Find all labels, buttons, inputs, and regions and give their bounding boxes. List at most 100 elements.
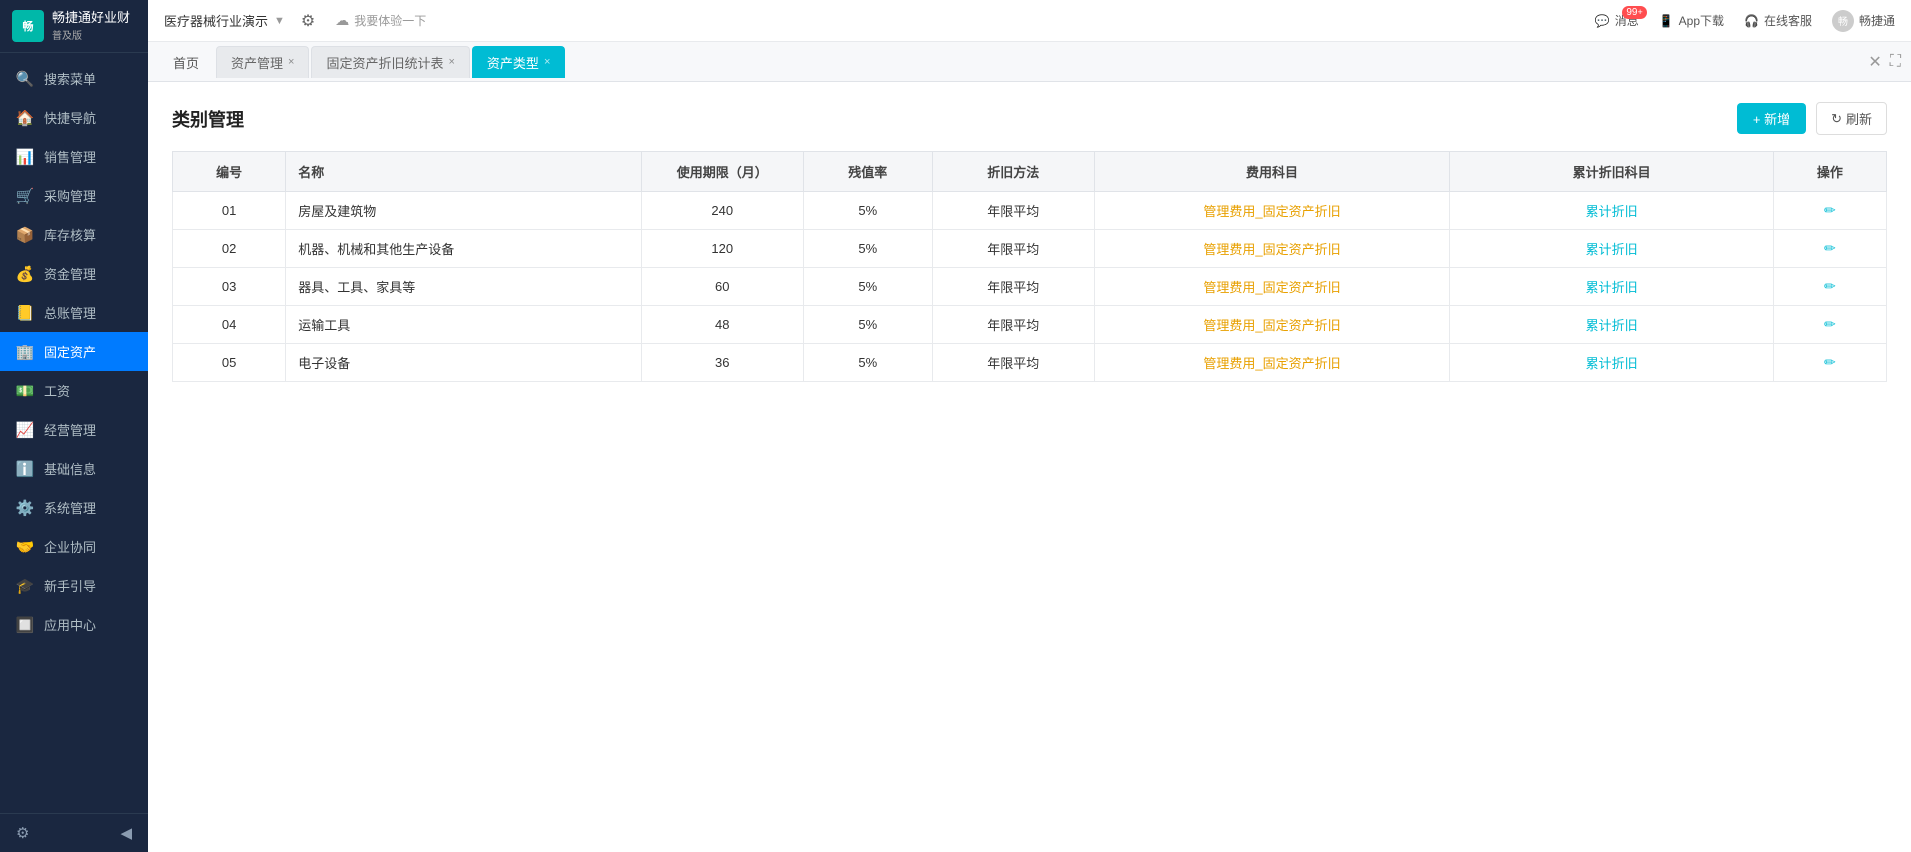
apps-icon: 🔲 (16, 616, 34, 634)
cell-method-3: 年限平均 (932, 306, 1094, 344)
sidebar-item-label-purchase: 采购管理 (44, 186, 96, 205)
tab-asset_type[interactable]: 资产类型 × (472, 46, 565, 78)
cell-residual-2: 5% (803, 268, 932, 306)
capital-icon: 💰 (16, 265, 34, 283)
tabs-actions: ✕ ⛶ (1868, 52, 1901, 72)
sidebar-item-basic[interactable]: ℹ️ 基础信息 (0, 449, 148, 488)
edit-icon-3[interactable]: ✏ (1824, 316, 1836, 332)
message-button[interactable]: 💬 消息 99+ (1595, 12, 1639, 29)
cell-name-4: 电子设备 (286, 344, 642, 382)
cell-period-0: 240 (641, 192, 803, 230)
table-header: 编号 名称 使用期限（月） 残值率 折旧方法 费用科目 累计折旧科目 操作 (173, 152, 1887, 192)
col-header-period: 使用期限（月） (641, 152, 803, 192)
sidebar-item-apps[interactable]: 🔲 应用中心 (0, 605, 148, 644)
new-button[interactable]: + 新增 (1737, 103, 1806, 134)
edit-icon-2[interactable]: ✏ (1824, 278, 1836, 294)
project-dropdown-icon: ▼ (274, 15, 285, 27)
sidebar-item-corp[interactable]: 🤝 企业协同 (0, 527, 148, 566)
col-header-expense: 费用科目 (1094, 152, 1450, 192)
sidebar-item-biz[interactable]: 📈 经营管理 (0, 410, 148, 449)
table-body: 01 房屋及建筑物 240 5% 年限平均 管理费用_固定资产折旧 累计折旧 ✏… (173, 192, 1887, 382)
sidebar-item-salary[interactable]: 💵 工资 (0, 371, 148, 410)
tab-close-asset_mgmt[interactable]: × (288, 56, 294, 68)
cell-residual-4: 5% (803, 344, 932, 382)
sidebar-item-label-ledger: 总账管理 (44, 303, 96, 322)
sidebar-item-label-system: 系统管理 (44, 498, 96, 517)
cell-code-1: 02 (173, 230, 286, 268)
tab-home[interactable]: 首页 (158, 46, 214, 78)
sidebar-item-label-guide: 新手引导 (44, 576, 96, 595)
topbar-settings-icon[interactable]: ⚙ (301, 11, 315, 31)
user-avatar: 畅 (1832, 10, 1854, 32)
trial-button[interactable]: ☁ 我要体验一下 (335, 12, 426, 29)
sidebar-item-sales[interactable]: 📊 销售管理 (0, 137, 148, 176)
edit-icon-1[interactable]: ✏ (1824, 240, 1836, 256)
table-row: 03 器具、工具、家具等 60 5% 年限平均 管理费用_固定资产折旧 累计折旧… (173, 268, 1887, 306)
cell-residual-0: 5% (803, 192, 932, 230)
tab-asset_mgmt[interactable]: 资产管理× (216, 46, 309, 78)
quicknav-icon: 🏠 (16, 109, 34, 127)
cell-code-2: 03 (173, 268, 286, 306)
project-selector[interactable]: 医疗器械行业演示 ▼ (164, 11, 285, 30)
online-service-icon: 🎧 (1744, 14, 1759, 28)
sidebar-item-purchase[interactable]: 🛒 采购管理 (0, 176, 148, 215)
cell-accum-3: 累计折旧 (1450, 306, 1773, 344)
sidebar-item-label-sales: 销售管理 (44, 147, 96, 166)
corp-icon: 🤝 (16, 538, 34, 556)
table-row: 04 运输工具 48 5% 年限平均 管理费用_固定资产折旧 累计折旧 ✏ (173, 306, 1887, 344)
cell-action-0: ✏ (1773, 192, 1886, 230)
cell-period-1: 120 (641, 230, 803, 268)
tab-label-asset_type: 资产类型 (487, 53, 539, 72)
cell-action-1: ✏ (1773, 230, 1886, 268)
cell-accum-4: 累计折旧 (1450, 344, 1773, 382)
ledger-icon: 📒 (16, 304, 34, 322)
sidebar-item-quicknav[interactable]: 🏠 快捷导航 (0, 98, 148, 137)
cell-name-3: 运输工具 (286, 306, 642, 344)
collapse-icon[interactable]: ◀ (120, 824, 132, 842)
edit-icon-0[interactable]: ✏ (1824, 202, 1836, 218)
col-header-residual: 残值率 (803, 152, 932, 192)
tab-depreciation[interactable]: 固定资产折旧统计表× (311, 46, 469, 78)
close-tab-icon[interactable]: ✕ (1868, 52, 1881, 72)
logo-icon: 畅 (12, 10, 44, 42)
sidebar-item-search[interactable]: 🔍 搜索菜单 (0, 59, 148, 98)
sidebar: 畅 畅捷通好业财 普及版 🔍 搜索菜单 🏠 快捷导航 📊 销售管理 🛒 采购管理… (0, 0, 148, 852)
table-row: 02 机器、机械和其他生产设备 120 5% 年限平均 管理费用_固定资产折旧 … (173, 230, 1887, 268)
sidebar-item-label-inventory: 库存核算 (44, 225, 96, 244)
sidebar-item-ledger[interactable]: 📒 总账管理 (0, 293, 148, 332)
app-logo: 畅 畅捷通好业财 普及版 (0, 0, 148, 53)
header-actions: + 新增 ↻ 刷新 (1737, 102, 1887, 135)
cell-accum-2: 累计折旧 (1450, 268, 1773, 306)
maximize-icon[interactable]: ⛶ (1890, 53, 1901, 71)
trial-label: 我要体验一下 (354, 12, 426, 29)
sidebar-item-label-biz: 经营管理 (44, 420, 96, 439)
message-icon: 💬 (1595, 14, 1610, 28)
cell-action-3: ✏ (1773, 306, 1886, 344)
tab-close-depreciation[interactable]: × (448, 56, 454, 68)
online-service-button[interactable]: 🎧 在线客服 (1744, 12, 1812, 29)
sidebar-item-capital[interactable]: 💰 资金管理 (0, 254, 148, 293)
purchase-icon: 🛒 (16, 187, 34, 205)
table-row: 05 电子设备 36 5% 年限平均 管理费用_固定资产折旧 累计折旧 ✏ (173, 344, 1887, 382)
cell-expense-3: 管理费用_固定资产折旧 (1094, 306, 1450, 344)
table-row: 01 房屋及建筑物 240 5% 年限平均 管理费用_固定资产折旧 累计折旧 ✏ (173, 192, 1887, 230)
cell-name-0: 房屋及建筑物 (286, 192, 642, 230)
sidebar-item-guide[interactable]: 🎓 新手引导 (0, 566, 148, 605)
cell-residual-3: 5% (803, 306, 932, 344)
tab-close-asset_type[interactable]: × (544, 56, 550, 68)
sidebar-item-fixed[interactable]: 🏢 固定资产 (0, 332, 148, 371)
app-download-icon: 📱 (1659, 14, 1674, 28)
sidebar-item-inventory[interactable]: 📦 库存核算 (0, 215, 148, 254)
tab-label-home: 首页 (173, 53, 199, 72)
sidebar-item-label-quicknav: 快捷导航 (44, 108, 96, 127)
cell-action-2: ✏ (1773, 268, 1886, 306)
main-area: 医疗器械行业演示 ▼ ⚙ ☁ 我要体验一下 💬 消息 99+ 📱 App下载 🎧… (148, 0, 1911, 852)
cell-residual-1: 5% (803, 230, 932, 268)
refresh-button[interactable]: ↻ 刷新 (1816, 102, 1887, 135)
edit-icon-4[interactable]: ✏ (1824, 354, 1836, 370)
sidebar-nav: 🔍 搜索菜单 🏠 快捷导航 📊 销售管理 🛒 采购管理 📦 库存核算 💰 资金管… (0, 53, 148, 813)
user-info[interactable]: 畅 畅捷通 (1832, 10, 1895, 32)
sidebar-item-system[interactable]: ⚙️ 系统管理 (0, 488, 148, 527)
settings-icon[interactable]: ⚙ (16, 824, 29, 842)
app-download-button[interactable]: 📱 App下载 (1659, 12, 1724, 29)
